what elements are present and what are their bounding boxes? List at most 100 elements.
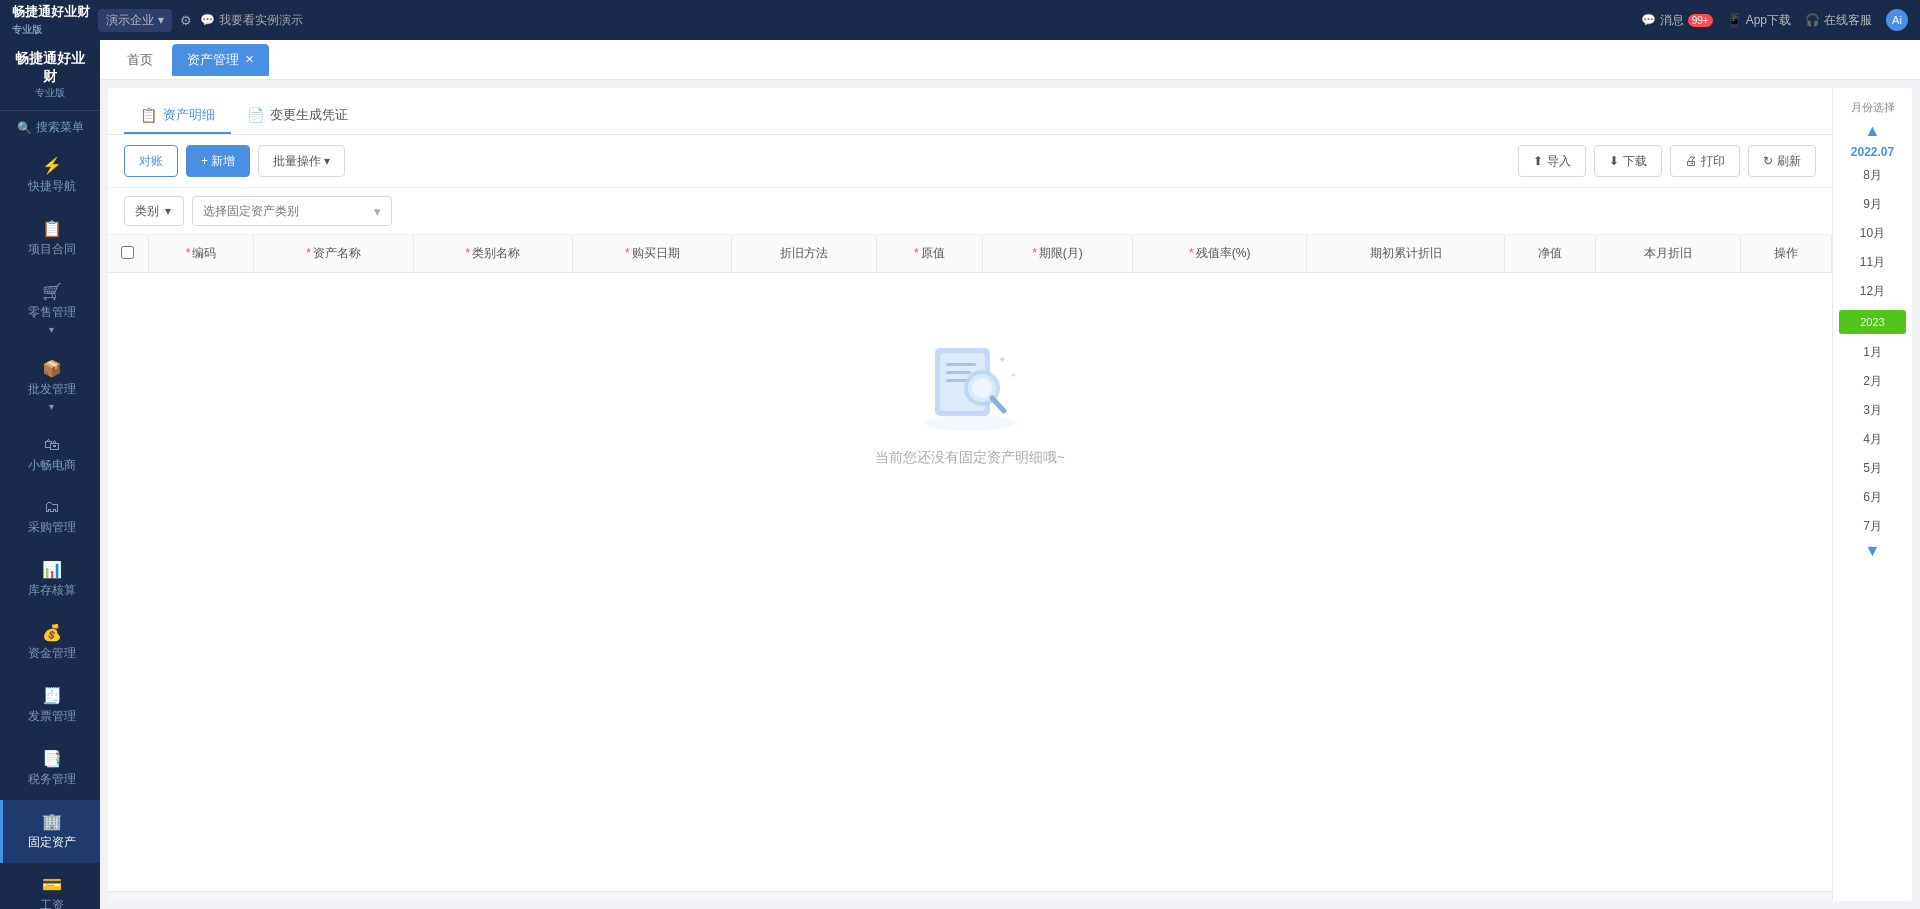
purchase-label: 采购管理 [28,519,76,536]
sidebar-item-invoice[interactable]: 🧾 发票管理 [0,674,100,737]
batch-label: 批量操作 [273,153,321,170]
month-1[interactable]: 1月 [1833,338,1912,367]
add-button[interactable]: + 新增 [186,145,250,177]
refresh-label: 刷新 [1777,153,1801,170]
month-down-button[interactable]: ▼ [1863,541,1883,561]
empty-message: 当前您还没有固定资产明细哦~ [875,449,1065,467]
print-icon: 🖨 [1685,154,1697,168]
category-input[interactable] [203,204,368,218]
company-selector[interactable]: 演示企业 ▾ [98,9,172,32]
sub-tab-asset-detail[interactable]: 📋 资产明细 [124,98,231,134]
wholesale-icon: 📦 [42,359,62,378]
svg-text:✦: ✦ [998,354,1006,365]
month-6[interactable]: 6月 [1833,483,1912,512]
year-2023-label: 2023 [1839,310,1906,334]
batch-button[interactable]: 批量操作 ▾ [258,145,345,177]
sidebar-logo-text: 畅捷通好业财 [10,50,90,86]
import-icon: ⬆ [1533,154,1543,168]
month-9[interactable]: 9月 [1833,190,1912,219]
sidebar-item-purchase[interactable]: 🗂 采购管理 [0,486,100,548]
svg-point-0 [925,415,1015,431]
fixedasset-icon: 🏢 [42,812,62,831]
user-avatar[interactable]: Ai [1886,9,1908,31]
svg-text:✦: ✦ [1010,371,1017,380]
svg-rect-4 [946,371,971,374]
sidebar-item-ecommerce[interactable]: 🛍 小畅电商 [0,424,100,486]
month-5[interactable]: 5月 [1833,454,1912,483]
svg-line-9 [992,398,1004,411]
asset-table: *编码 *资产名称 *类别名称 *购买日期 折旧方法 *原值 *期限(月) *残… [108,235,1832,527]
company-name: 演示企业 [106,12,154,29]
asset-detail-label: 资产明细 [163,106,215,124]
col-name: *资产名称 [254,235,413,273]
search-label: 搜索菜单 [36,119,84,136]
sidebar-item-finance[interactable]: 💰 资金管理 [0,611,100,674]
sidebar-item-inventory[interactable]: 📊 库存核算 [0,548,100,611]
reconcile-button[interactable]: 对账 [124,145,178,177]
wholesale-label: 批发管理 [28,381,76,398]
col-operation: 操作 [1740,235,1831,273]
settings-icon[interactable]: ⚙ [180,13,192,28]
sidebar-item-fixedasset[interactable]: 🏢 固定资产 [0,800,100,863]
col-original-value: *原值 [876,235,982,273]
tab-asset-management[interactable]: 资产管理 ✕ [172,44,269,76]
sub-tab-change-voucher[interactable]: 📄 变更生成凭证 [231,98,364,134]
svg-rect-3 [946,363,976,366]
message-icon: 💬 [1641,13,1656,27]
category-input-wrapper[interactable]: ▾ [192,196,392,226]
month-12[interactable]: 12月 [1833,277,1912,306]
sidebar-item-project[interactable]: 📋 项目合同 [0,207,100,270]
month-11[interactable]: 11月 [1833,248,1912,277]
batch-dropdown-icon: ▾ [324,154,330,168]
online-service-label: 在线客服 [1824,12,1872,29]
app-subtitle: 专业版 [12,24,42,35]
messages-badge: 99+ [1688,14,1713,27]
month-10[interactable]: 10月 [1833,219,1912,248]
table-wrapper: *编码 *资产名称 *类别名称 *购买日期 折旧方法 *原值 *期限(月) *残… [108,235,1832,891]
import-button[interactable]: ⬆ 导入 [1518,145,1586,177]
inventory-label: 库存核算 [28,582,76,599]
month-panel: 月份选择 ▲ 2022.07 8月 9月 10月 11月 12月 2023 1月… [1832,88,1912,901]
month-up-button[interactable]: ▲ [1863,121,1883,141]
col-residual-rate: *残值率(%) [1133,235,1307,273]
app-download-label: App下载 [1746,12,1791,29]
online-service-button[interactable]: 🎧 在线客服 [1805,12,1872,29]
col-purchase-date: *购买日期 [573,235,732,273]
refresh-button[interactable]: ↻ 刷新 [1748,145,1816,177]
sidebar-item-wholesale[interactable]: 📦 批发管理 ▾ [0,347,100,424]
ecommerce-label: 小畅电商 [28,457,76,474]
avatar: Ai [1886,9,1908,31]
month-7[interactable]: 7月 [1833,512,1912,541]
page-content: 📋 资产明细 📄 变更生成凭证 对账 + 新增 批量操作 ▾ [108,88,1912,901]
category-filter[interactable]: 类别 ▾ [124,196,184,226]
demo-link[interactable]: 💬 我要看实例演示 [200,12,303,29]
top-bar: 畅捷通好业财 专业版 演示企业 ▾ ⚙ 💬 我要看实例演示 💬 消息 99+ 📱… [0,0,1920,40]
project-icon: 📋 [42,219,62,238]
messages-button[interactable]: 💬 消息 99+ [1641,12,1713,29]
download-button[interactable]: ⬇ 下载 [1594,145,1662,177]
sidebar-item-retail[interactable]: 🛒 零售管理 ▾ [0,270,100,347]
sidebar-item-search[interactable]: 🔍 搜索菜单 [0,111,100,144]
sidebar: 畅捷通好业财 专业版 🔍 搜索菜单 ⚡ 快捷导航 📋 项目合同 🛒 零售管理 ▾… [0,40,100,909]
month-4[interactable]: 4月 [1833,425,1912,454]
month-2[interactable]: 2月 [1833,367,1912,396]
close-tab-icon[interactable]: ✕ [245,53,254,66]
ecommerce-icon: 🛍 [44,436,60,454]
month-3[interactable]: 3月 [1833,396,1912,425]
sidebar-item-salary[interactable]: 💳 工资 [0,863,100,909]
demo-icon: 💬 [200,13,215,27]
category-label: 类别 [135,203,159,220]
app-download-button[interactable]: 📱 App下载 [1727,12,1791,29]
salary-label: 工资 [40,897,64,909]
messages-label: 消息 [1660,12,1684,29]
retail-icon: 🛒 [42,282,62,301]
col-code: *编码 [148,235,254,273]
sidebar-item-quicknav[interactable]: ⚡ 快捷导航 [0,144,100,207]
search-icon: 🔍 [17,121,32,135]
print-button[interactable]: 🖨 打印 [1670,145,1740,177]
main-layout: 畅捷通好业财 专业版 🔍 搜索菜单 ⚡ 快捷导航 📋 项目合同 🛒 零售管理 ▾… [0,40,1920,909]
select-all-checkbox[interactable] [121,246,134,259]
month-8[interactable]: 8月 [1833,161,1912,190]
tab-home[interactable]: 首页 [112,44,168,76]
sidebar-item-tax[interactable]: 📑 税务管理 [0,737,100,800]
